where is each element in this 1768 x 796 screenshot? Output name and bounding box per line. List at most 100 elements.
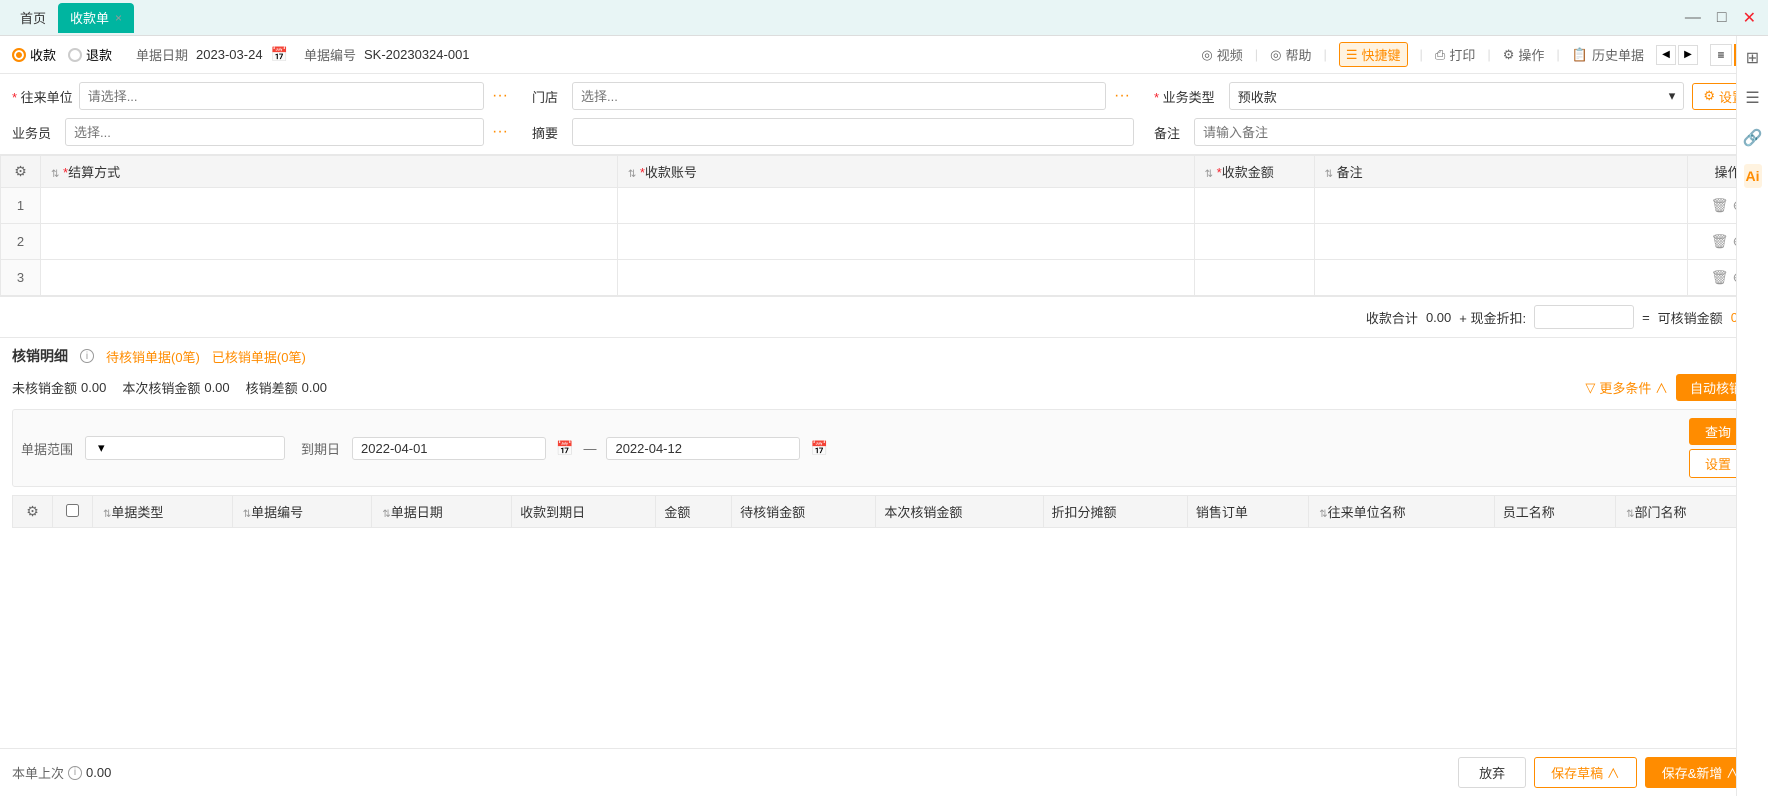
shortcut-icon: ☰ [1346,47,1358,63]
sidebar-ai-icon[interactable]: Ai [1744,164,1762,188]
filter-actions: ▽ 更多条件 ∧ 自动核销 [1585,374,1756,401]
uncleared-stat: 未核销金额 0.00 [12,378,106,397]
col-settle-sort[interactable]: ⇅ [51,169,59,180]
row1-account[interactable] [617,188,1194,224]
nav-next-btn[interactable]: ▶ [1678,45,1698,65]
counterparty-more-btn[interactable]: ··· [488,88,512,104]
col-doc-date-sort[interactable]: ⇅ [382,509,390,520]
print-label: 打印 [1449,45,1475,64]
tab-home[interactable]: 首页 [8,4,58,32]
sidebar-table-icon[interactable]: ⊞ [1742,44,1763,72]
doc-date-calendar-icon[interactable]: 📅 [271,46,288,63]
verify-header: 核销明细 i 待核销单据(0笔) 已核销单据(0笔) [12,346,1756,366]
date-to-calendar-icon[interactable]: 📅 [810,440,827,457]
help-btn[interactable]: ◎ 帮助 [1270,45,1311,64]
summary-row: 收款合计 0.00 + 现金折扣: = 可核销金额 0.00 [0,297,1768,338]
biz-type-select[interactable]: 预收款 ▾ [1229,82,1685,110]
col-dept: ⇅部门名称 [1616,496,1756,528]
select-all-checkbox[interactable] [66,504,79,517]
radio-refund-label: 退款 [86,45,112,64]
row3-remark[interactable] [1314,260,1687,296]
sidebar-list-icon[interactable]: ☰ [1741,84,1763,112]
maximize-btn[interactable]: □ [1713,9,1731,27]
row2-account[interactable] [617,224,1194,260]
col-counterparty-sort[interactable]: ⇅ [1319,509,1327,520]
row-num-3: 3 [1,260,41,296]
filter-icon: ▽ [1585,380,1595,396]
main-content: 收款 退款 单据日期 2023-03-24 📅 单据编号 SK-20230324… [0,36,1768,796]
table-gear-btn[interactable]: ⚙ [14,163,27,179]
nav-prev-btn[interactable]: ◀ [1656,45,1676,65]
tab-close-icon[interactable]: × [115,11,122,25]
more-filters-btn[interactable]: ▽ 更多条件 ∧ [1585,378,1668,397]
view-list-btn[interactable]: ≡ [1710,44,1732,66]
date-to-input[interactable] [606,437,800,460]
radio-receipt[interactable]: 收款 [12,45,56,64]
row2-settle[interactable] [41,224,618,260]
discount-label: + 现金折扣: [1459,308,1526,327]
shortcut-btn[interactable]: ☰ 快捷键 [1339,42,1408,67]
sidebar-link-icon[interactable]: 🔗 [1739,124,1767,152]
abandon-btn[interactable]: 放弃 [1458,757,1526,788]
row3-amount[interactable] [1194,260,1314,296]
col-account-sort[interactable]: ⇅ [628,169,636,180]
history-icon: 📋 [1572,47,1588,63]
col-remark-sort[interactable]: ⇅ [1325,169,1333,180]
help-label: 帮助 [1285,45,1311,64]
diff-label: 核销差额 [246,378,298,397]
discount-input[interactable] [1534,305,1634,329]
form-section: 往来单位 ··· 门店 ··· 业务类型 预收款 ▾ ⚙ 设置 [0,74,1768,155]
print-btn[interactable]: ⎙ 打印 [1435,45,1475,64]
counterparty-input[interactable] [79,82,484,110]
remark-input[interactable] [1194,118,1756,146]
salesman-more-btn[interactable]: ··· [488,124,512,140]
salesman-field: 业务员 ··· [12,118,512,146]
total-label: 收款合计 [1366,308,1418,327]
range-label: 单据范围 [21,439,73,458]
operation-btn[interactable]: ⚙ 操作 [1503,45,1545,64]
minimize-btn[interactable]: — [1681,9,1705,27]
row1-amount[interactable] [1194,188,1314,224]
shop-input[interactable] [572,82,1106,110]
row1-delete-icon[interactable]: 🗑 [1711,197,1729,214]
radio-dot-refund [68,48,82,62]
summary-input[interactable] [572,118,1134,146]
doc-num-value: SK-20230324-001 [364,47,470,62]
date-from-calendar-icon[interactable]: 📅 [556,440,573,457]
range-field: 单据范围 ▾ [21,436,285,460]
col-amount-sort[interactable]: ⇅ [1205,169,1213,180]
shop-more-btn[interactable]: ··· [1110,88,1134,104]
radio-refund[interactable]: 退款 [68,45,112,64]
verify-info-icon[interactable]: i [80,349,94,363]
tab-receipt[interactable]: 收款单 × [58,3,134,33]
col-doc-num-sort[interactable]: ⇅ [243,509,251,520]
prev-info-icon[interactable]: i [68,766,82,780]
row2-delete-icon[interactable]: 🗑 [1711,233,1729,250]
col-dept-sort[interactable]: ⇅ [1626,509,1634,520]
row2-remark[interactable] [1314,224,1687,260]
row1-remark[interactable] [1314,188,1687,224]
current-stat: 本次核销金额 0.00 [122,378,229,397]
video-btn[interactable]: ◎ 视频 [1201,45,1242,64]
bottom-table-gear-btn[interactable]: ⚙ [26,503,39,519]
draft-btn[interactable]: 保存草稿 ∧ [1534,757,1637,788]
range-select[interactable]: ▾ [85,436,285,460]
row3-delete-icon[interactable]: 🗑 [1711,269,1729,286]
col-settle-method: ⇅ *结算方式 [41,156,618,188]
col-doc-type-sort[interactable]: ⇅ [103,509,111,520]
history-btn[interactable]: 📋 历史单据 [1572,45,1644,64]
row3-account[interactable] [617,260,1194,296]
row3-settle[interactable] [41,260,618,296]
row2-amount[interactable] [1194,224,1314,260]
radio-dot-receipt [12,48,26,62]
total-value: 0.00 [1426,310,1451,325]
row1-settle[interactable] [41,188,618,224]
date-from-input[interactable] [352,437,546,460]
col-doc-num: ⇅单据编号 [232,496,372,528]
pending-tab[interactable]: 待核销单据(0笔) [106,347,200,366]
tab-bar: 首页 收款单 × — □ ✕ [0,0,1768,36]
tab-receipt-label: 收款单 [70,8,109,27]
salesman-input[interactable] [65,118,484,146]
done-tab[interactable]: 已核销单据(0笔) [212,347,306,366]
close-window-btn[interactable]: ✕ [1739,8,1760,28]
